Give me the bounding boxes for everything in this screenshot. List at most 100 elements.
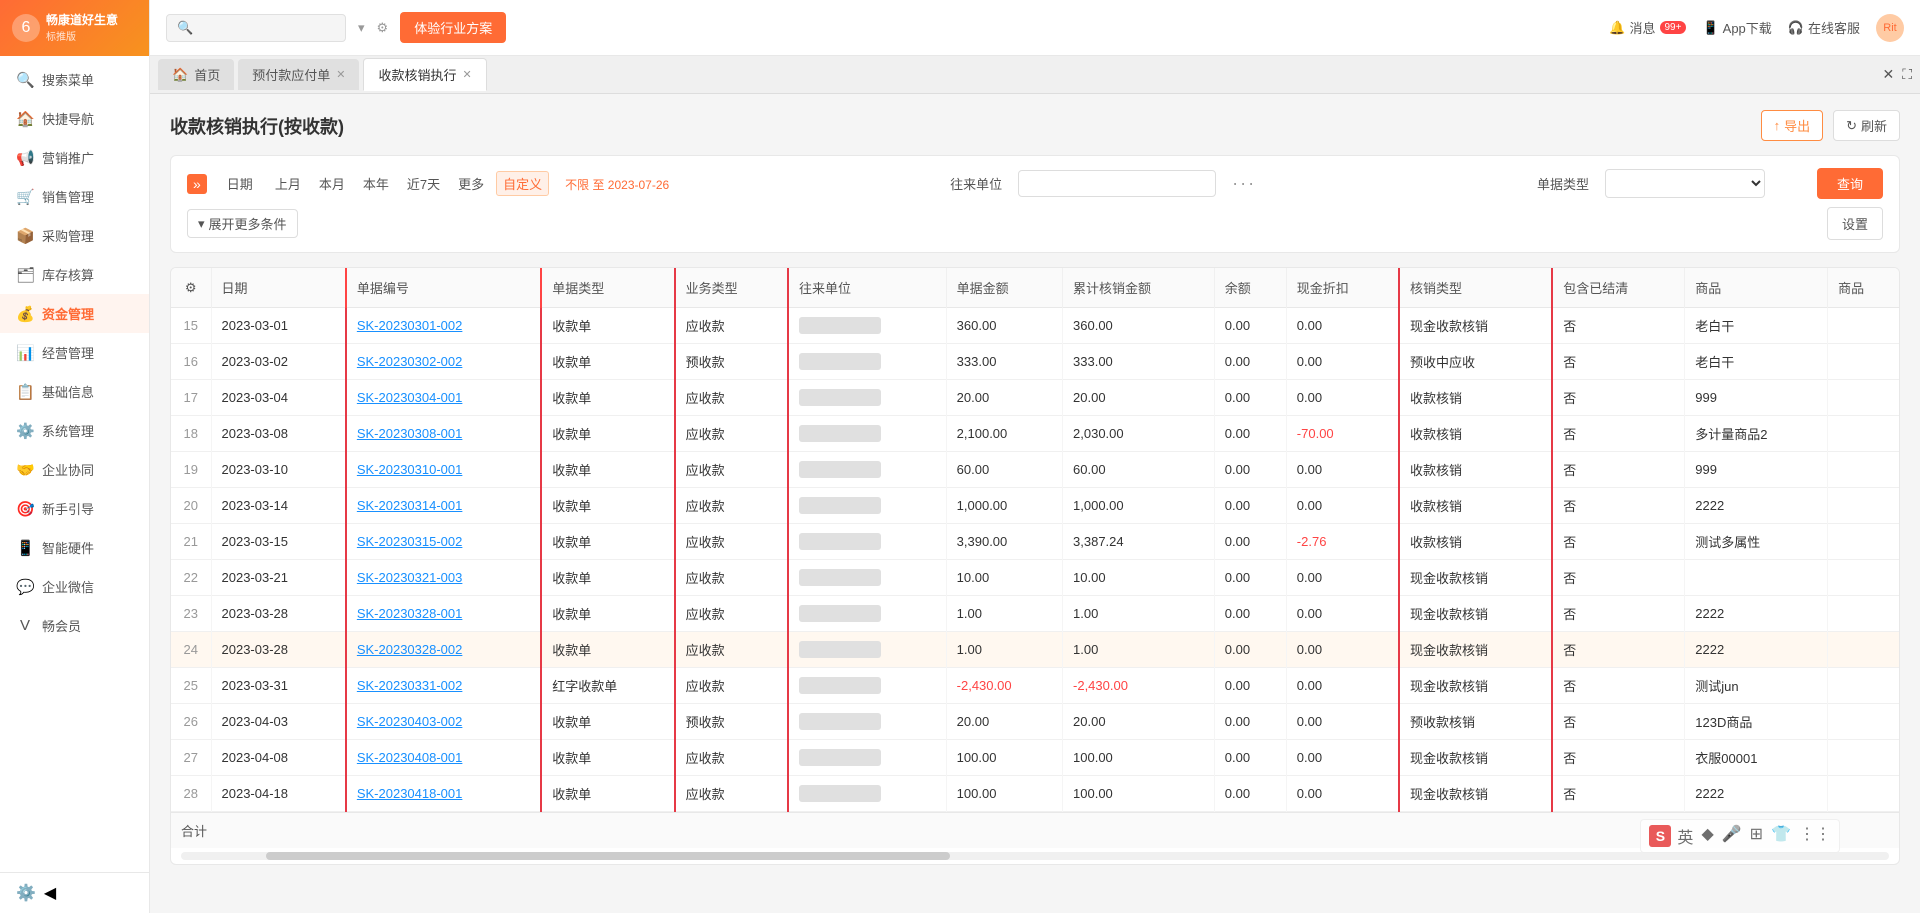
mobile-icon: 📱 — [1702, 20, 1718, 36]
table-row[interactable]: 18 2023-03-08 SK-20230308-001 收款单 应收款 ██… — [171, 416, 1899, 452]
table-row[interactable]: 24 2023-03-28 SK-20230328-002 收款单 应收款 ██… — [171, 632, 1899, 668]
sidebar-item-finance[interactable]: 💰 资金管理 — [0, 294, 149, 333]
td-receipt-no: SK-20230328-002 — [346, 632, 541, 668]
table-scrollbar[interactable] — [181, 852, 1889, 860]
td-write-off-amount: 360.00 — [1063, 308, 1215, 344]
sidebar-item-operations[interactable]: 📊 经营管理 — [0, 333, 149, 372]
receipt-no-link[interactable]: SK-20230331-002 — [357, 678, 463, 693]
receipt-no-link[interactable]: SK-20230302-002 — [357, 354, 463, 369]
app-download-button[interactable]: 📱 App下载 — [1702, 18, 1771, 37]
sidebar-icon-member: V — [16, 617, 34, 634]
table-row[interactable]: 27 2023-04-08 SK-20230408-001 收款单 应收款 ██… — [171, 740, 1899, 776]
th-date: 日期 — [211, 268, 346, 308]
td-amount: 333.00 — [946, 344, 1062, 380]
td-cash-discount: 0.00 — [1286, 740, 1399, 776]
td-balance: 0.00 — [1214, 416, 1286, 452]
table-row[interactable]: 26 2023-04-03 SK-20230403-002 收款单 预收款 ██… — [171, 704, 1899, 740]
sidebar-item-system[interactable]: ⚙️ 系统管理 — [0, 411, 149, 450]
sidebar-item-inventory[interactable]: 🗂 库存核算 — [0, 255, 149, 294]
table-row[interactable]: 20 2023-03-14 SK-20230314-001 收款单 应收款 ██… — [171, 488, 1899, 524]
sidebar-item-enterprise[interactable]: 🤝 企业协同 — [0, 450, 149, 489]
td-receipt-type: 收款单 — [541, 596, 674, 632]
receipt-no-link[interactable]: SK-20230328-001 — [357, 606, 463, 621]
td-receipt-type: 收款单 — [541, 488, 674, 524]
export-button[interactable]: ↑ 导出 — [1761, 110, 1824, 141]
sidebar-item-basic[interactable]: 📋 基础信息 — [0, 372, 149, 411]
sidebar-item-wechat[interactable]: 💬 企业微信 — [0, 567, 149, 606]
table-row[interactable]: 15 2023-03-01 SK-20230301-002 收款单 应收款 ██… — [171, 308, 1899, 344]
receipt-no-link[interactable]: SK-20230328-002 — [357, 642, 463, 657]
receipt-no-link[interactable]: SK-20230308-001 — [357, 426, 463, 441]
table-row[interactable]: 16 2023-03-02 SK-20230302-002 收款单 预收款 ██… — [171, 344, 1899, 380]
table-scroll-thumb[interactable] — [266, 852, 949, 860]
date-btn-this-year[interactable]: 本年 — [357, 172, 395, 195]
date-btn-more[interactable]: 更多 — [452, 172, 490, 195]
td-product — [1685, 560, 1828, 596]
receipt-no-link[interactable]: SK-20230321-003 — [357, 570, 463, 585]
expand-more-button[interactable]: ▾ 展开更多条件 — [187, 209, 298, 238]
solution-button[interactable]: 体验行业方案 — [400, 12, 506, 43]
td-write-off-type: 现金收款核销 — [1399, 308, 1552, 344]
collapse-icon[interactable]: ◀ — [44, 883, 56, 903]
receipt-no-link[interactable]: SK-20230408-001 — [357, 750, 463, 765]
td-cash-discount: -70.00 — [1286, 416, 1399, 452]
date-btn-this-month[interactable]: 本月 — [313, 172, 351, 195]
receipt-no-link[interactable]: SK-20230418-001 — [357, 786, 463, 801]
sidebar-item-search[interactable]: 🔍 搜索菜单 — [0, 60, 149, 99]
tab-prepayment[interactable]: 预付款应付单 ✕ — [238, 59, 359, 90]
table-row[interactable]: 19 2023-03-10 SK-20230310-001 收款单 应收款 ██… — [171, 452, 1899, 488]
table-row[interactable]: 17 2023-03-04 SK-20230304-001 收款单 应收款 ██… — [171, 380, 1899, 416]
tab-close-collection[interactable]: ✕ — [462, 68, 471, 81]
date-btn-last-month[interactable]: 上月 — [269, 172, 307, 195]
sidebar-item-quick-nav[interactable]: 🏠 快捷导航 — [0, 99, 149, 138]
maximize-icon[interactable]: ⛶ — [1902, 66, 1912, 83]
table-row[interactable]: 22 2023-03-21 SK-20230321-003 收款单 应收款 ██… — [171, 560, 1899, 596]
td-amount: 100.00 — [946, 776, 1062, 812]
receipt-no-link[interactable]: SK-20230301-002 — [357, 318, 463, 333]
online-service-button[interactable]: 🎧 在线客服 — [1788, 18, 1860, 37]
td-amount: 1.00 — [946, 632, 1062, 668]
th-write-off-amount: 累计核销金额 — [1063, 268, 1215, 308]
tab-collection[interactable]: 收款核销执行 ✕ — [363, 58, 486, 91]
query-button[interactable]: 查询 — [1817, 168, 1883, 199]
th-receipt-type: 单据类型 — [541, 268, 674, 308]
date-btn-7days[interactable]: 近7天 — [401, 172, 446, 195]
refresh-button[interactable]: ↻ 刷新 — [1833, 110, 1900, 141]
td-amount: -2,430.00 — [946, 668, 1062, 704]
settings-button[interactable]: 设置 — [1827, 207, 1883, 240]
sidebar-item-guide[interactable]: 🎯 新手引导 — [0, 489, 149, 528]
topbar-chevron-icon[interactable]: ▾ — [358, 20, 365, 36]
td-balance: 0.00 — [1214, 776, 1286, 812]
td-product2 — [1828, 344, 1899, 380]
sidebar-item-member[interactable]: V 畅会员 — [0, 606, 149, 645]
receipt-type-select[interactable] — [1605, 169, 1765, 198]
th-settings[interactable]: ⚙ — [171, 268, 211, 308]
table-row[interactable]: 23 2023-03-28 SK-20230328-001 收款单 应收款 ██… — [171, 596, 1899, 632]
sidebar-item-sales[interactable]: 🛒 销售管理 — [0, 177, 149, 216]
receipt-no-link[interactable]: SK-20230315-002 — [357, 534, 463, 549]
receipt-no-link[interactable]: SK-20230310-001 — [357, 462, 463, 477]
topbar-search[interactable]: 🔍 — [166, 14, 346, 42]
date-btn-custom[interactable]: 自定义 — [496, 171, 549, 196]
settings-icon[interactable]: ⚙️ — [16, 883, 36, 903]
td-counterparty: ████████ — [788, 488, 946, 524]
notification-button[interactable]: 🔔 消息 99+ — [1609, 18, 1686, 37]
receipt-no-link[interactable]: SK-20230314-001 — [357, 498, 463, 513]
counterparty-input[interactable] — [1018, 170, 1216, 197]
sidebar-item-marketing[interactable]: 📢 营销推广 — [0, 138, 149, 177]
close-window-icon[interactable]: ✕ — [1882, 66, 1894, 83]
filter-expand-button[interactable]: » — [187, 174, 207, 194]
topbar-gear-icon[interactable]: ⚙ — [377, 20, 389, 36]
receipt-no-link[interactable]: SK-20230403-002 — [357, 714, 463, 729]
table-row[interactable]: 25 2023-03-31 SK-20230331-002 红字收款单 应收款 … — [171, 668, 1899, 704]
td-include-settled: 否 — [1552, 416, 1685, 452]
user-avatar[interactable]: Rit — [1876, 14, 1904, 42]
td-write-off-amount: 1,000.00 — [1063, 488, 1215, 524]
table-row[interactable]: 28 2023-04-18 SK-20230418-001 收款单 应收款 ██… — [171, 776, 1899, 812]
table-row[interactable]: 21 2023-03-15 SK-20230315-002 收款单 应收款 ██… — [171, 524, 1899, 560]
tab-close-prepayment[interactable]: ✕ — [336, 68, 345, 81]
sidebar-item-purchase[interactable]: 📦 采购管理 — [0, 216, 149, 255]
sidebar-item-hardware[interactable]: 📱 智能硬件 — [0, 528, 149, 567]
receipt-no-link[interactable]: SK-20230304-001 — [357, 390, 463, 405]
tab-home[interactable]: 🏠 首页 — [158, 59, 234, 90]
